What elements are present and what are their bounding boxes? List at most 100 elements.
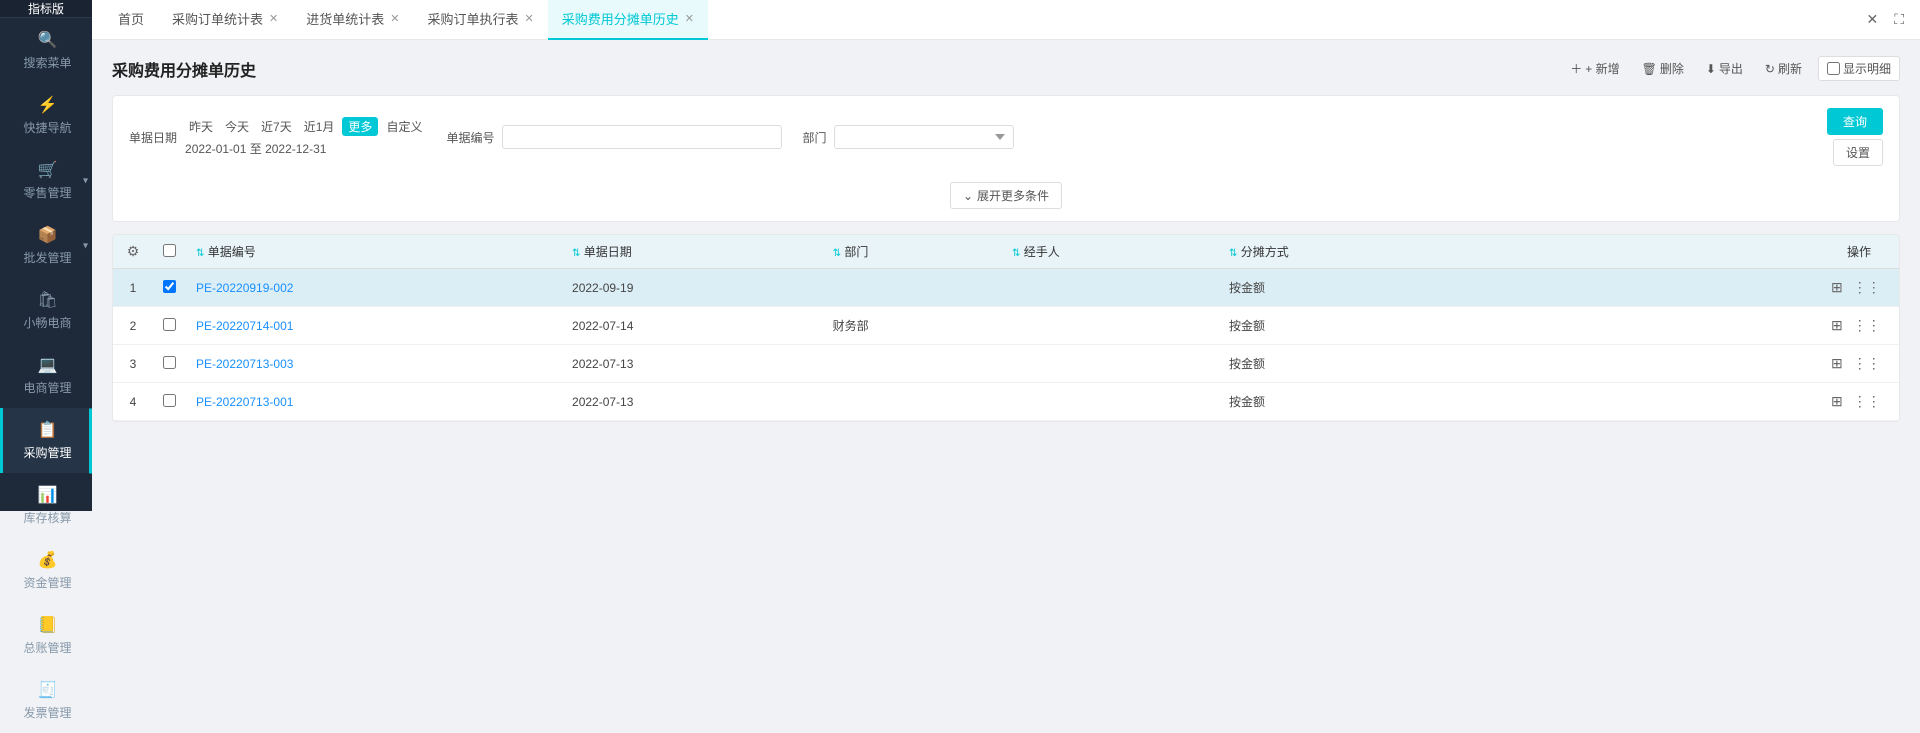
row-checkbox[interactable] [163, 280, 176, 293]
export-icon: ⬇ [1706, 62, 1716, 76]
row-doc-no: PE-20220714-001 [186, 307, 562, 345]
doc-no-input[interactable] [502, 125, 782, 149]
add-button[interactable]: ＋ + 新增 [1564, 56, 1625, 81]
tab-po-exec[interactable]: 采购订单执行表 ✕ [413, 0, 547, 40]
doc-no-link[interactable]: PE-20220713-001 [196, 395, 293, 409]
row-check[interactable] [153, 269, 186, 307]
main-area: 首页 采购订单统计表 ✕ 进货单统计表 ✕ 采购订单执行表 ✕ 采购费用分摊单历… [92, 0, 1920, 511]
th-dept[interactable]: ⇅ 部门 [823, 235, 1002, 269]
view-icon[interactable]: ⊞ [1829, 391, 1845, 412]
tab-po-stat[interactable]: 采购订单统计表 ✕ [158, 0, 292, 40]
sidebar-item-purchase[interactable]: 📋 采购管理 [0, 408, 92, 473]
sidebar-item-inventory[interactable]: 📊 库存核算 [0, 473, 92, 538]
date-btn-1month[interactable]: 近1月 [300, 117, 339, 136]
delete-label: 删除 [1660, 60, 1684, 77]
row-dept [823, 345, 1002, 383]
row-checkbox[interactable] [163, 394, 176, 407]
search-icon: 🔍 [11, 30, 84, 50]
table-row: 3 PE-20220713-003 2022-07-13 按金额 ⊞ ⋮⋮ [113, 345, 1899, 383]
th-check[interactable] [153, 235, 186, 269]
tab-actions: ✕ ⛶ [1862, 9, 1908, 30]
th-ops: 操作 [1819, 235, 1899, 269]
doc-no-link[interactable]: PE-20220714-001 [196, 319, 293, 333]
more-icon[interactable]: ⋮⋮ [1851, 391, 1883, 412]
sidebar-item-wholesale[interactable]: 📦 批发管理 ▾ [0, 213, 92, 278]
date-range-display: 2022-01-01 至 2022-12-31 [185, 140, 426, 157]
quicknav-icon: ⚡ [11, 95, 84, 115]
refresh-button[interactable]: ↻ 刷新 [1759, 56, 1808, 81]
refresh-label: 刷新 [1778, 60, 1802, 77]
row-method: 按金额 [1219, 345, 1819, 383]
date-btn-more[interactable]: 更多 [342, 117, 378, 136]
th-doc-no[interactable]: ⇅ 单据编号 [186, 235, 562, 269]
delete-button[interactable]: 🗑 删除 [1636, 56, 1690, 81]
select-all-checkbox[interactable] [163, 244, 176, 257]
show-columns-checkbox[interactable] [1827, 62, 1840, 75]
tab-cost-split[interactable]: 采购费用分摊单历史 ✕ [548, 0, 708, 40]
tab-maximize-btn[interactable]: ⛶ [1890, 9, 1908, 30]
tab-po-stat-close[interactable]: ✕ [269, 12, 278, 25]
dept-select[interactable]: 财务部 [834, 125, 1014, 149]
tab-home[interactable]: 首页 [104, 0, 158, 40]
tab-cost-split-close[interactable]: ✕ [685, 12, 694, 25]
more-icon[interactable]: ⋮⋮ [1851, 353, 1883, 374]
gear-icon[interactable]: ⚙ [127, 243, 140, 259]
refresh-icon: ↻ [1765, 62, 1775, 76]
tab-receipt-stat[interactable]: 进货单统计表 ✕ [292, 0, 413, 40]
show-columns-button[interactable]: 显示明细 [1818, 56, 1900, 81]
sidebar-item-search[interactable]: 🔍 搜索菜单 [0, 18, 92, 83]
export-button[interactable]: ⬇ 导出 [1700, 56, 1749, 81]
row-actions: ⊞ ⋮⋮ [1819, 269, 1899, 307]
more-icon[interactable]: ⋮⋮ [1851, 277, 1883, 298]
th-method[interactable]: ⇅ 分摊方式 [1219, 235, 1819, 269]
row-checkbox[interactable] [163, 356, 176, 369]
sort-icon: ⇅ [1229, 248, 1237, 259]
date-btn-today[interactable]: 今天 [221, 117, 253, 136]
row-actions: ⊞ ⋮⋮ [1819, 307, 1899, 345]
date-shortcuts-group: 昨天 今天 近7天 近1月 更多 自定义 2022-01-01 至 2022-1… [185, 117, 426, 157]
view-icon[interactable]: ⊞ [1829, 277, 1845, 298]
row-actions: ⊞ ⋮⋮ [1819, 383, 1899, 421]
row-check[interactable] [153, 345, 186, 383]
sidebar-item-ecom-small[interactable]: 🛍 小畅电商 [0, 278, 92, 343]
table-row: 1 PE-20220919-002 2022-09-19 按金额 ⊞ ⋮⋮ [113, 269, 1899, 307]
sidebar-item-label: 发票管理 [23, 706, 71, 720]
sidebar-item-label: 快捷导航 [23, 121, 71, 135]
sidebar-item-ledger[interactable]: 📒 总账管理 [0, 603, 92, 668]
th-handler[interactable]: ⇅ 经手人 [1002, 235, 1219, 269]
row-num: 2 [113, 307, 153, 345]
sidebar-item-quicknav[interactable]: ⚡ 快捷导航 [0, 83, 92, 148]
doc-no-link[interactable]: PE-20220713-003 [196, 357, 293, 371]
wholesale-icon: 📦 [11, 225, 84, 245]
sidebar-item-label: 电商管理 [23, 381, 71, 395]
tab-close-btn[interactable]: ✕ [1862, 9, 1882, 30]
sort-icon: ⇅ [833, 248, 841, 259]
doc-no-link[interactable]: PE-20220919-002 [196, 281, 293, 295]
row-check[interactable] [153, 307, 186, 345]
sidebar-item-invoice[interactable]: 🧾 发票管理 [0, 668, 92, 733]
date-btn-yesterday[interactable]: 昨天 [185, 117, 217, 136]
date-btn-7days[interactable]: 近7天 [257, 117, 296, 136]
view-icon[interactable]: ⊞ [1829, 315, 1845, 336]
row-doc-no: PE-20220713-001 [186, 383, 562, 421]
dept-label: 部门 [802, 129, 826, 146]
row-check[interactable] [153, 383, 186, 421]
search-right: 查询 设置 [1827, 108, 1883, 166]
query-button[interactable]: 查询 [1827, 108, 1883, 135]
tab-cost-split-label: 采购费用分摊单历史 [562, 9, 679, 28]
th-date[interactable]: ⇅ 单据日期 [562, 235, 823, 269]
view-icon[interactable]: ⊞ [1829, 353, 1845, 374]
sidebar-item-retail[interactable]: 🛒 零售管理 ▾ [0, 148, 92, 213]
search-settings-button[interactable]: 设置 [1833, 139, 1883, 166]
add-label: + 新增 [1585, 60, 1619, 77]
sidebar-item-finance[interactable]: 💰 资金管理 [0, 538, 92, 603]
sidebar: 指标版 🔍 搜索菜单 ⚡ 快捷导航 🛒 零售管理 ▾ 📦 批发管理 ▾ 🛍 小畅… [0, 0, 92, 511]
tab-receipt-stat-close[interactable]: ✕ [390, 12, 399, 25]
table-row: 4 PE-20220713-001 2022-07-13 按金额 ⊞ ⋮⋮ [113, 383, 1899, 421]
sidebar-item-ecom[interactable]: 💻 电商管理 [0, 343, 92, 408]
row-checkbox[interactable] [163, 318, 176, 331]
tab-po-exec-close[interactable]: ✕ [525, 12, 534, 25]
more-icon[interactable]: ⋮⋮ [1851, 315, 1883, 336]
date-btn-custom[interactable]: 自定义 [382, 117, 426, 136]
expand-conditions-button[interactable]: ⌄ 展开更多条件 [950, 182, 1062, 209]
